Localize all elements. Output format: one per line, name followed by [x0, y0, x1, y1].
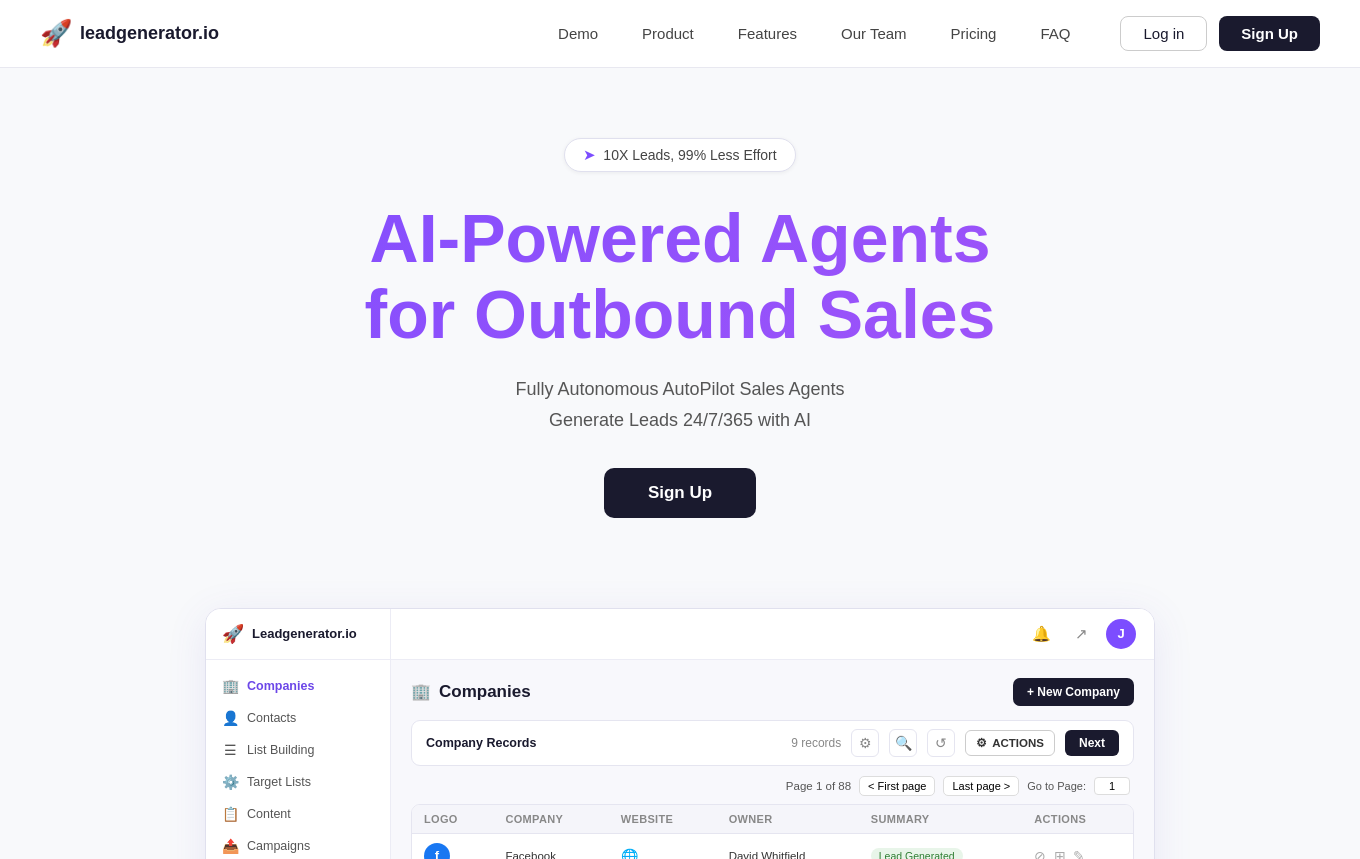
hero-title: AI-Powered Agents for Outbound Sales [20, 200, 1340, 352]
sidebar-label-list-building: List Building [247, 743, 314, 757]
records-count: 9 records [791, 736, 841, 750]
hero-signup-button[interactable]: Sign Up [604, 468, 756, 518]
page-input[interactable] [1094, 777, 1130, 795]
sidebar-label-campaigns: Campaigns [247, 839, 310, 853]
sidebar-item-list-building[interactable]: ☰ List Building [206, 734, 390, 766]
pagination-bar: Page 1 of 88 < First page Last page > Go… [411, 776, 1134, 796]
summary-badge: Lead Generated [871, 848, 963, 860]
actions-icon: ⚙ [976, 736, 987, 750]
settings-filter-icon[interactable]: ⚙ [851, 729, 879, 757]
nav-brand-text: leadgenerator.io [80, 23, 219, 44]
campaigns-icon: 📤 [222, 838, 238, 854]
table-row: fFacebook🌐David WhitfieldLead Generated … [412, 833, 1133, 859]
sidebar-label-contacts: Contacts [247, 711, 296, 725]
th-actions: ACTIONS [1022, 805, 1133, 834]
export-icon[interactable]: ↗ [1066, 619, 1096, 649]
th-logo: LOGO [412, 805, 493, 834]
companies-table: LOGOCOMPANYWEBSITEOWNERSUMMARYACTIONS fF… [411, 804, 1134, 860]
cell-logo: f [412, 833, 493, 859]
sidebar-label-content: Content [247, 807, 291, 821]
hero-subtitle-line2: Generate Leads 24/7/365 with AI [549, 410, 811, 430]
list-building-icon: ☰ [222, 742, 238, 758]
refresh-icon[interactable]: ↺ [927, 729, 955, 757]
hero-subtitle-line1: Fully Autonomous AutoPilot Sales Agents [515, 379, 844, 399]
goto-label: Go to Page: [1027, 780, 1086, 792]
logo-rocket-icon: 🚀 [40, 18, 72, 49]
main-content: 🔔 ↗ J 🏢 Companies + New Company Company … [391, 609, 1154, 860]
records-bar: Company Records 9 records ⚙ 🔍 ↺ ⚙ ACTION… [411, 720, 1134, 766]
th-company: COMPANY [493, 805, 608, 834]
nav-link-demo[interactable]: Demo [540, 17, 616, 50]
records-label: Company Records [426, 736, 781, 750]
new-company-button[interactable]: + New Company [1013, 678, 1134, 706]
sidebar-label-companies: Companies [247, 679, 314, 693]
action-view-icon[interactable]: ⊘ [1034, 848, 1046, 860]
hero-title-line2: for Outbound Sales [365, 276, 996, 352]
th-owner: OWNER [717, 805, 859, 834]
target-lists-icon: ⚙️ [222, 774, 238, 790]
table-header-row: LOGOCOMPANYWEBSITEOWNERSUMMARYACTIONS [412, 805, 1133, 834]
cell-website: 🌐 [609, 833, 717, 859]
sidebar-label-target-lists: Target Lists [247, 775, 311, 789]
app-preview: 🚀 Leadgenerator.io 🏢 Companies 👤 Contacts ☰ L… [205, 608, 1155, 860]
page-header: 🏢 Companies + New Company [411, 678, 1134, 706]
action-edit-icon[interactable]: ✎ [1073, 848, 1085, 860]
sidebar-brand-text: Leadgenerator.io [252, 626, 357, 641]
signup-nav-button[interactable]: Sign Up [1219, 16, 1320, 51]
nav-actions: Log in Sign Up [1120, 16, 1320, 51]
hero-title-line1: AI-Powered Agents [370, 200, 991, 276]
next-button[interactable]: Next [1065, 730, 1119, 756]
cell-owner: David Whitfield [717, 833, 859, 859]
last-page-button[interactable]: Last page > [943, 776, 1019, 796]
sidebar-item-contacts[interactable]: 👤 Contacts [206, 702, 390, 734]
nav-link-our-team[interactable]: Our Team [823, 17, 925, 50]
nav-link-pricing[interactable]: Pricing [933, 17, 1015, 50]
sidebar-item-target-lists[interactable]: ⚙️ Target Lists [206, 766, 390, 798]
sidebar-item-companies[interactable]: 🏢 Companies [206, 670, 390, 702]
companies-icon: 🏢 [222, 678, 238, 694]
main-body: 🏢 Companies + New Company Company Record… [391, 660, 1154, 860]
sidebar-header: 🚀 Leadgenerator.io [206, 609, 390, 660]
first-page-button[interactable]: < First page [859, 776, 935, 796]
notifications-icon[interactable]: 🔔 [1026, 619, 1056, 649]
actions-button[interactable]: ⚙ ACTIONS [965, 730, 1055, 756]
page-title-row: 🏢 Companies [411, 682, 531, 702]
sidebar-item-content[interactable]: 📋 Content [206, 798, 390, 830]
navbar: 🚀 leadgenerator.io DemoProductFeaturesOu… [0, 0, 1360, 68]
hero-badge-text: 10X Leads, 99% Less Effort [603, 147, 776, 163]
nav-logo[interactable]: 🚀 leadgenerator.io [40, 18, 219, 49]
content-icon: 📋 [222, 806, 238, 822]
hero-section: ➤ 10X Leads, 99% Less Effort AI-Powered … [0, 68, 1360, 558]
sidebar-item-campaigns[interactable]: 📤 Campaigns [206, 830, 390, 860]
contacts-icon: 👤 [222, 710, 238, 726]
send-icon: ➤ [583, 146, 596, 164]
page-info: Page 1 of 88 [786, 780, 851, 792]
th-summary: SUMMARY [859, 805, 1023, 834]
sidebar-nav: 🏢 Companies 👤 Contacts ☰ List Building ⚙️ Targe… [206, 660, 390, 860]
hero-badge: ➤ 10X Leads, 99% Less Effort [564, 138, 795, 172]
actions-label: ACTIONS [992, 737, 1044, 749]
login-button[interactable]: Log in [1120, 16, 1207, 51]
globe-icon[interactable]: 🌐 [621, 848, 638, 860]
th-website: WEBSITE [609, 805, 717, 834]
hero-subtitle: Fully Autonomous AutoPilot Sales Agents … [20, 374, 1340, 435]
action-add-icon[interactable]: ⊞ [1054, 848, 1066, 860]
sidebar-logo-icon: 🚀 [222, 623, 244, 645]
cell-company: Facebook [493, 833, 608, 859]
nav-links: DemoProductFeaturesOur TeamPricingFAQ [540, 17, 1088, 50]
nav-link-product[interactable]: Product [624, 17, 712, 50]
search-icon[interactable]: 🔍 [889, 729, 917, 757]
nav-link-features[interactable]: Features [720, 17, 815, 50]
main-topbar: 🔔 ↗ J [391, 609, 1154, 660]
cell-summary: Lead Generated [859, 833, 1023, 859]
nav-link-faq[interactable]: FAQ [1022, 17, 1088, 50]
user-avatar[interactable]: J [1106, 619, 1136, 649]
page-title: Companies [439, 682, 531, 702]
companies-icon: 🏢 [411, 682, 431, 701]
sidebar: 🚀 Leadgenerator.io 🏢 Companies 👤 Contacts ☰ L… [206, 609, 391, 860]
cell-actions: ⊘ ⊞ ✎ [1022, 833, 1133, 859]
